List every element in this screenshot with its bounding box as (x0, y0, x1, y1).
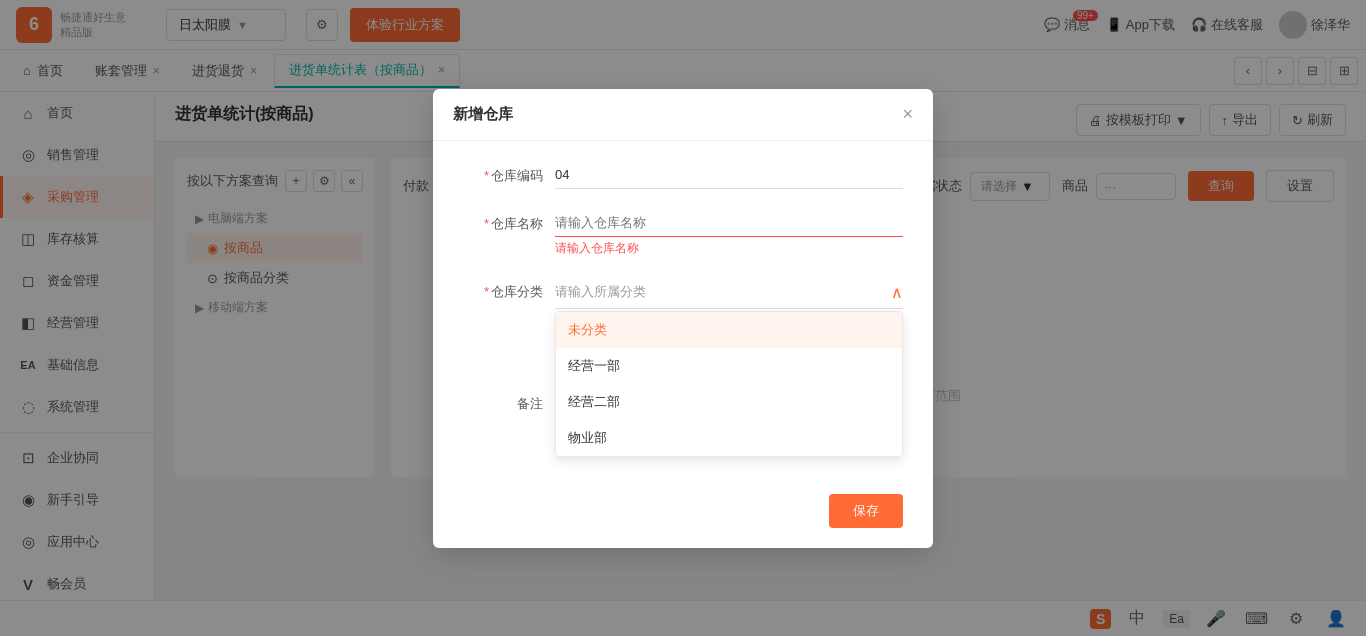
warehouse-name-input[interactable] (555, 209, 903, 237)
modal-footer: 保存 (433, 482, 933, 548)
warehouse-name-error: 请输入仓库名称 (555, 240, 903, 257)
modal-body: *仓库编码 *仓库名称 请输入仓库名称 *仓库分类 (433, 141, 933, 482)
category-option-dept2[interactable]: 经营二部 (556, 384, 902, 420)
category-option-dept3[interactable]: 物业部 (556, 420, 902, 456)
modal-overlay: 新增仓库 × *仓库编码 *仓库名称 请输入仓库名称 (0, 0, 1366, 636)
modal-title: 新增仓库 (453, 105, 513, 124)
warehouse-name-label: *仓库名称 (463, 209, 543, 233)
warehouse-name-row: *仓库名称 请输入仓库名称 (463, 209, 903, 257)
warehouse-category-select[interactable]: 请输入所属分类 ∧ (555, 277, 903, 309)
category-chevron-icon: ∧ (891, 283, 903, 302)
modal-header: 新增仓库 × (433, 89, 933, 141)
warehouse-code-input[interactable] (555, 161, 903, 189)
category-dropdown: 未分类 经营一部 经营二部 物业部 (555, 311, 903, 457)
category-option-dept1[interactable]: 经营一部 (556, 348, 902, 384)
notes-label: 备注 (463, 389, 543, 413)
warehouse-code-label: *仓库编码 (463, 161, 543, 185)
save-button[interactable]: 保存 (829, 494, 903, 528)
warehouse-code-control (555, 161, 903, 189)
warehouse-category-row: *仓库分类 请输入所属分类 ∧ 未分类 经营一部 经营二部 物业部 (463, 277, 903, 309)
new-warehouse-modal: 新增仓库 × *仓库编码 *仓库名称 请输入仓库名称 (433, 89, 933, 548)
warehouse-category-label: *仓库分类 (463, 277, 543, 301)
modal-close-button[interactable]: × (902, 105, 913, 123)
warehouse-category-control: 请输入所属分类 ∧ 未分类 经营一部 经营二部 物业部 (555, 277, 903, 309)
warehouse-name-control: 请输入仓库名称 (555, 209, 903, 257)
warehouse-code-row: *仓库编码 (463, 161, 903, 189)
category-option-uncategorized[interactable]: 未分类 (556, 312, 902, 348)
